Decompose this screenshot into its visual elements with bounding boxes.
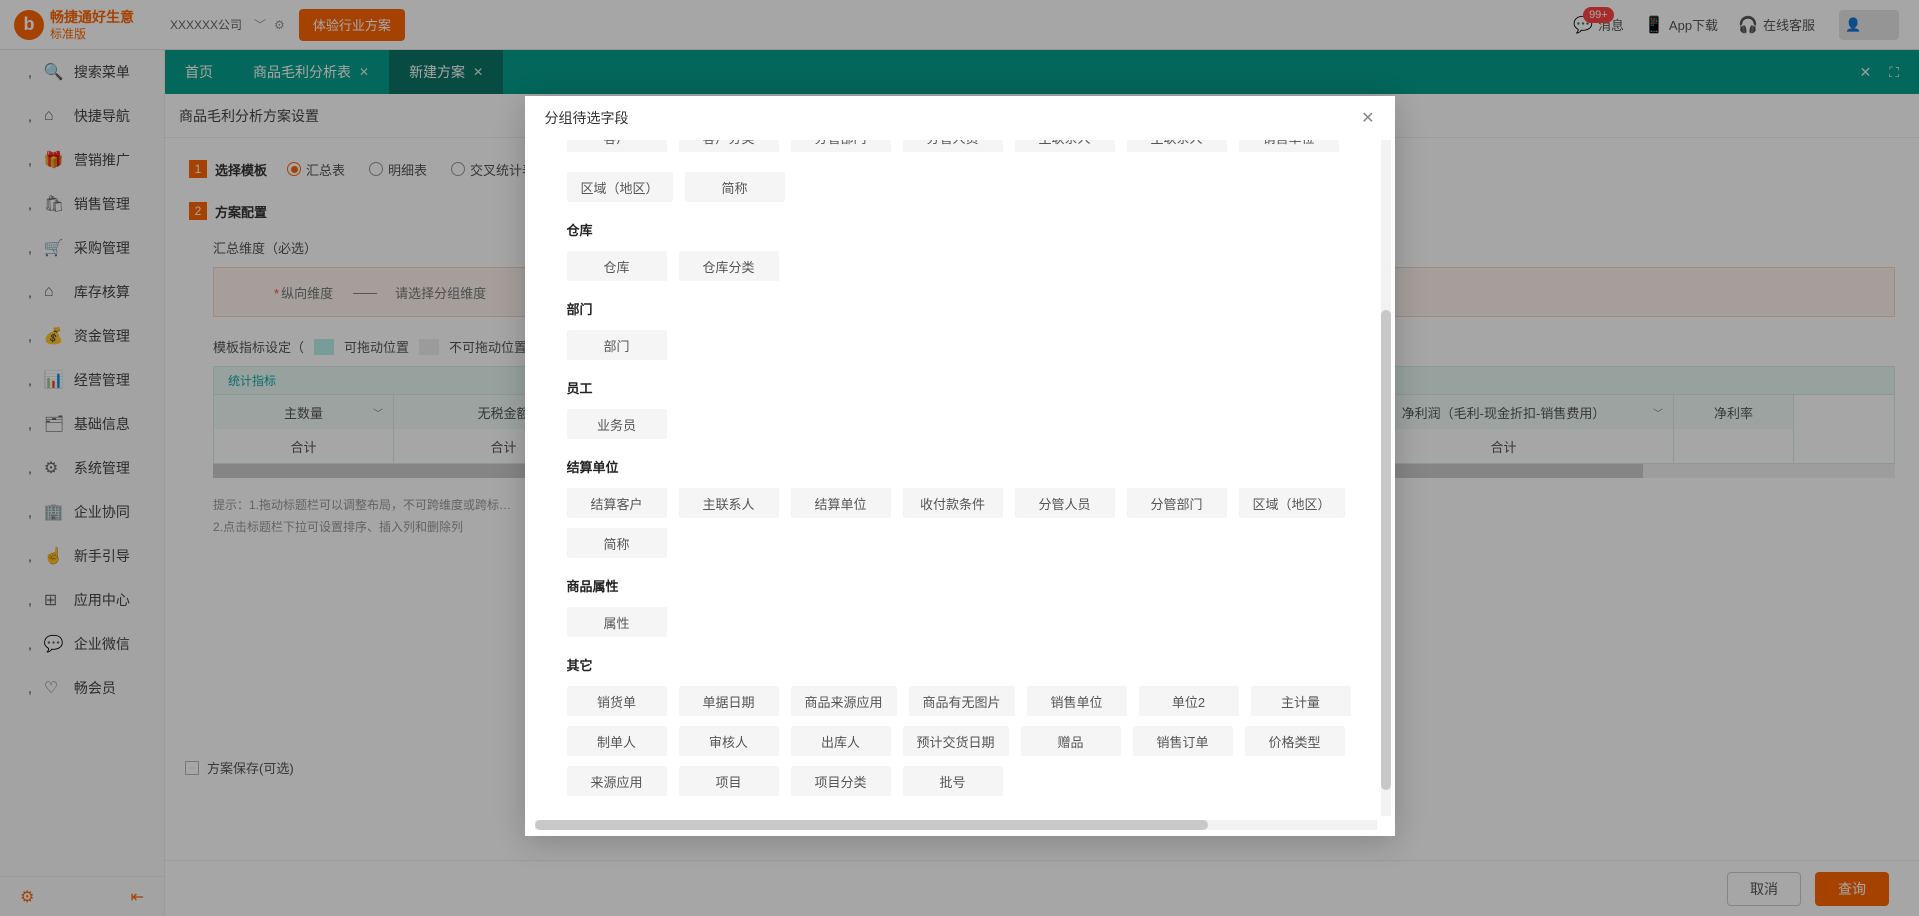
field-chip[interactable]: 结算客户 <box>567 488 667 518</box>
field-chip[interactable]: 主计量 <box>1251 686 1351 716</box>
field-chip[interactable]: 出库人 <box>791 726 891 756</box>
field-chip[interactable]: 销售单位 <box>1027 686 1127 716</box>
field-chip[interactable]: 商品有无图片 <box>909 686 1015 716</box>
field-chip[interactable]: 销售订单 <box>1133 726 1233 756</box>
field-chip[interactable]: 主联系人 <box>1127 140 1227 152</box>
field-chip[interactable]: 项目 <box>679 766 779 796</box>
group-title: 其它 <box>567 655 1377 674</box>
modal-hscroll[interactable] <box>535 820 1377 830</box>
field-chip[interactable]: 仓库 <box>567 251 667 281</box>
field-chip[interactable]: 分管部门 <box>791 140 891 152</box>
group-title: 商品属性 <box>567 576 1377 595</box>
field-chip[interactable]: 区域（地区） <box>567 172 673 202</box>
modal-vscroll[interactable] <box>1381 140 1391 816</box>
field-chip[interactable]: 价格类型 <box>1245 726 1345 756</box>
group-title: 部门 <box>567 299 1377 318</box>
field-chip[interactable]: 单位2 <box>1139 686 1239 716</box>
field-chip[interactable]: 收付款条件 <box>903 488 1003 518</box>
field-modal: 分组待选字段 ✕ 客户客户分类分管部门分管人员主联系人主联系人销售单位区域（地区… <box>525 96 1395 836</box>
field-chip[interactable]: 分管部门 <box>1127 488 1227 518</box>
group-title: 仓库 <box>567 220 1377 239</box>
field-chip[interactable]: 分管人员 <box>903 140 1003 152</box>
field-chip[interactable]: 来源应用 <box>567 766 667 796</box>
field-chip[interactable]: 简称 <box>567 528 667 558</box>
field-chip[interactable]: 单据日期 <box>679 686 779 716</box>
field-chip[interactable]: 批号 <box>903 766 1003 796</box>
field-chip[interactable]: 预计交货日期 <box>903 726 1009 756</box>
field-chip[interactable]: 销售单位 <box>1239 140 1339 152</box>
field-chip[interactable]: 销货单 <box>567 686 667 716</box>
field-chip[interactable]: 客户分类 <box>679 140 779 152</box>
group-title: 员工 <box>567 378 1377 397</box>
field-chip[interactable]: 分管人员 <box>1015 488 1115 518</box>
field-chip[interactable]: 结算单位 <box>791 488 891 518</box>
field-chip[interactable]: 审核人 <box>679 726 779 756</box>
group-title: 结算单位 <box>567 457 1377 476</box>
field-chip[interactable]: 业务员 <box>567 409 667 439</box>
field-chip[interactable]: 区域（地区） <box>1239 488 1345 518</box>
field-chip[interactable]: 部门 <box>567 330 667 360</box>
modal-title: 分组待选字段 <box>545 108 629 128</box>
field-chip[interactable]: 仓库分类 <box>679 251 779 281</box>
field-chip[interactable]: 主联系人 <box>679 488 779 518</box>
field-chip[interactable]: 主联系人 <box>1015 140 1115 152</box>
field-chip[interactable]: 赠品 <box>1021 726 1121 756</box>
field-chip[interactable]: 简称 <box>685 172 785 202</box>
field-chip[interactable]: 制单人 <box>567 726 667 756</box>
field-chip[interactable]: 属性 <box>567 607 667 637</box>
close-icon[interactable]: ✕ <box>1361 108 1374 128</box>
field-chip[interactable]: 项目分类 <box>791 766 891 796</box>
field-chip[interactable]: 客户 <box>567 140 667 152</box>
field-chip[interactable]: 商品来源应用 <box>791 686 897 716</box>
